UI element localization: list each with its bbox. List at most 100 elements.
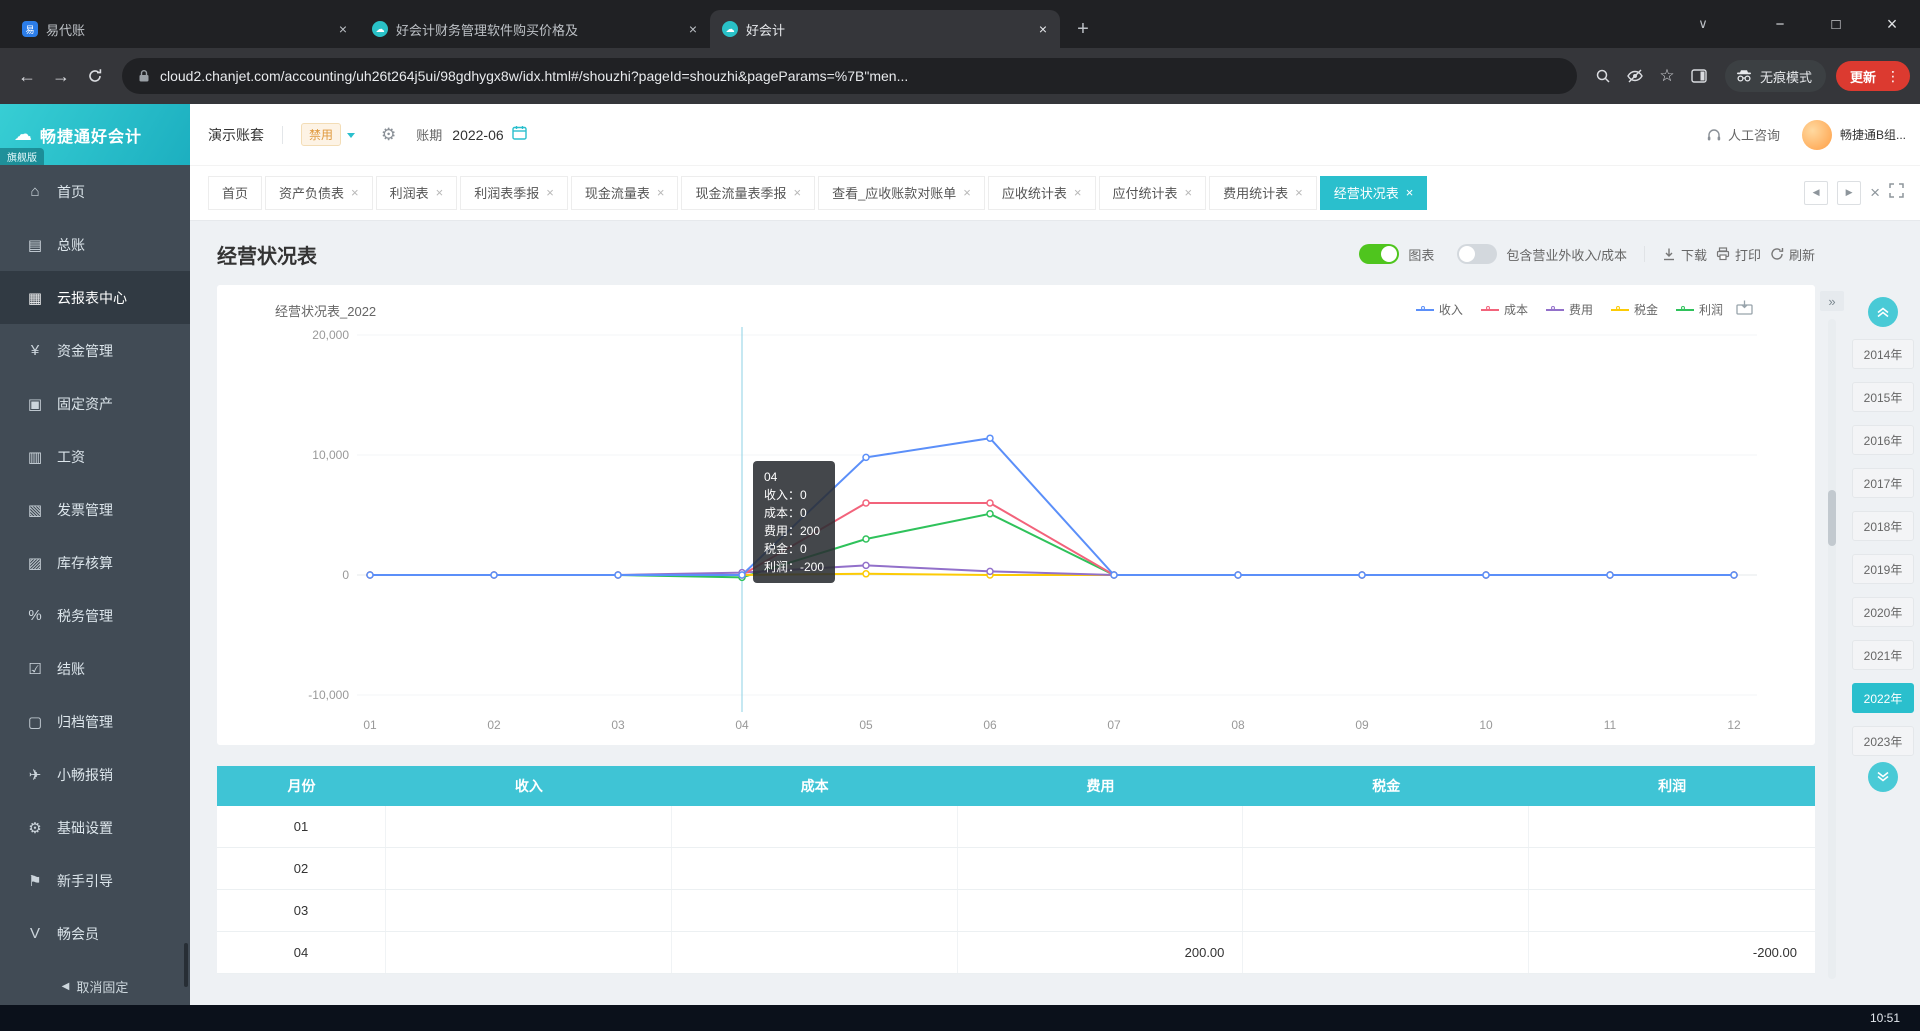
sidebar-item-member[interactable]: V 畅会员	[0, 907, 190, 960]
data-point[interactable]	[862, 561, 870, 570]
print-button[interactable]: 打印	[1716, 245, 1761, 264]
legend-item[interactable]: 收入	[1415, 301, 1463, 318]
report-tab[interactable]: 经营状况表 ×	[1319, 175, 1428, 210]
report-tab[interactable]: 资产负债表 ×	[265, 175, 373, 210]
legend-item[interactable]: 税金	[1610, 301, 1658, 318]
tab-close-icon[interactable]: ×	[793, 185, 801, 200]
scroll-tabs-left-button[interactable]: ◀	[1804, 180, 1829, 205]
scrollbar-thumb[interactable]	[1828, 490, 1836, 546]
tab-close-icon[interactable]: ×	[351, 185, 359, 200]
data-point[interactable]	[366, 571, 374, 579]
year-button[interactable]: 2014年	[1852, 339, 1914, 369]
tab-close-icon[interactable]: ×	[684, 20, 702, 38]
data-point[interactable]	[986, 567, 994, 576]
years-scroll-down-button[interactable]	[1868, 762, 1898, 792]
tab-close-icon[interactable]: ×	[657, 185, 665, 200]
data-point[interactable]	[1234, 571, 1242, 579]
browser-tab[interactable]: ☁ 好会计 ×	[710, 10, 1060, 48]
year-button[interactable]: 2021年	[1852, 640, 1914, 670]
data-point[interactable]	[738, 571, 746, 579]
incognito-badge[interactable]: 无痕模式	[1724, 60, 1826, 92]
data-point[interactable]	[986, 434, 994, 442]
search-icon[interactable]	[1587, 60, 1619, 92]
url-bar[interactable]: cloud2.chanjet.com/accounting/uh26t264j5…	[122, 58, 1577, 94]
save-image-icon[interactable]	[1736, 300, 1753, 320]
update-button[interactable]: 更新 ⋮	[1835, 61, 1910, 91]
sidebar-item-settings[interactable]: ⚙ 基础设置	[0, 801, 190, 854]
period-value[interactable]: 2022-06	[452, 127, 503, 143]
chevron-down-icon[interactable]	[347, 133, 356, 138]
table-row[interactable]: 04 200.00 -200.00	[217, 932, 1815, 974]
data-point[interactable]	[1110, 571, 1118, 579]
sidebar-item-guide[interactable]: ⚑ 新手引导	[0, 854, 190, 907]
chart-toggle[interactable]	[1359, 244, 1400, 264]
sidebar-scrollbar-thumb[interactable]	[184, 943, 188, 987]
report-tab[interactable]: 查看_应收账款对账单 ×	[818, 175, 985, 210]
year-button[interactable]: 2016年	[1852, 425, 1914, 455]
content-scrollbar[interactable]	[1828, 319, 1836, 979]
year-button[interactable]: 2018年	[1852, 511, 1914, 541]
legend-item[interactable]: 成本	[1480, 301, 1528, 318]
nonoperating-toggle[interactable]	[1457, 244, 1498, 264]
report-tab[interactable]: 首页	[208, 175, 263, 210]
sidebar-item-fund[interactable]: ¥ 资金管理	[0, 324, 190, 377]
side-panel-icon[interactable]	[1683, 60, 1715, 92]
forward-button[interactable]: →	[44, 59, 78, 93]
report-tab[interactable]: 费用统计表 ×	[1209, 175, 1317, 210]
calendar-icon[interactable]	[511, 125, 527, 145]
user-avatar[interactable]	[1801, 119, 1832, 150]
year-button[interactable]: 2019年	[1852, 554, 1914, 584]
menu-kebab-icon[interactable]: ⋮	[1882, 68, 1904, 85]
minimize-button[interactable]: −	[1752, 0, 1808, 48]
sidebar-item-closing[interactable]: ☑ 结账	[0, 642, 190, 695]
close-window-button[interactable]: ×	[1864, 0, 1920, 48]
year-button[interactable]: 2020年	[1852, 597, 1914, 627]
table-row[interactable]: 02	[217, 848, 1815, 890]
account-set-name[interactable]: 演示账套	[208, 125, 264, 145]
years-scroll-up-button[interactable]	[1868, 297, 1898, 327]
report-tab[interactable]: 现金流量表 ×	[570, 175, 679, 210]
legend-item[interactable]: 利润	[1675, 301, 1723, 318]
tab-close-icon[interactable]: ×	[1406, 185, 1414, 200]
report-tab[interactable]: 现金流量表季报 ×	[681, 175, 816, 210]
tab-close-icon[interactable]: ×	[1185, 185, 1193, 200]
browser-tab[interactable]: 易易代账 ×	[10, 10, 360, 48]
new-tab-button[interactable]: +	[1068, 14, 1098, 44]
data-point[interactable]	[490, 571, 498, 579]
data-point[interactable]	[986, 499, 994, 507]
data-point[interactable]	[1482, 571, 1490, 579]
download-button[interactable]: 下载	[1662, 245, 1707, 264]
report-tab[interactable]: 应付统计表 ×	[1098, 175, 1207, 210]
sidebar-item-ledger[interactable]: ▤ 总账	[0, 218, 190, 271]
reload-button[interactable]	[78, 59, 112, 93]
sidebar-item-reimburse[interactable]: ✈ 小畅报销	[0, 748, 190, 801]
data-point[interactable]	[862, 570, 870, 578]
gear-icon[interactable]: ⚙	[381, 125, 396, 145]
table-row[interactable]: 01	[217, 806, 1815, 848]
sidebar-item-salary[interactable]: ▥ 工资	[0, 430, 190, 483]
report-tab[interactable]: 利润表 ×	[375, 175, 458, 210]
report-tab[interactable]: 利润表季报 ×	[460, 175, 568, 210]
sidebar-item-cloud-report[interactable]: ▦ 云报表中心	[0, 271, 190, 324]
tab-close-icon[interactable]: ×	[334, 20, 352, 38]
tab-close-icon[interactable]: ×	[1295, 185, 1303, 200]
sidebar-item-tax[interactable]: % 税务管理	[0, 589, 190, 642]
data-point[interactable]	[862, 499, 870, 507]
legend-item[interactable]: 费用	[1545, 301, 1593, 318]
browser-tab[interactable]: ☁ 好会计财务管理软件购买价格及 ×	[360, 10, 710, 48]
data-point[interactable]	[862, 535, 870, 543]
sidebar-item-inventory[interactable]: ▨ 库存核算	[0, 536, 190, 589]
support-link[interactable]: 人工咨询	[1706, 125, 1780, 144]
tab-search-chevron-icon[interactable]: ∨	[1688, 9, 1718, 39]
year-button[interactable]: 2015年	[1852, 382, 1914, 412]
data-point[interactable]	[862, 453, 870, 462]
sidebar-item-home[interactable]: ⌂ 首页	[0, 165, 190, 218]
tab-close-icon[interactable]: ×	[1074, 185, 1082, 200]
table-row[interactable]: 03	[217, 890, 1815, 932]
refresh-button[interactable]: 刷新	[1770, 245, 1815, 264]
data-point[interactable]	[1606, 571, 1614, 579]
sidebar-item-fixed-asset[interactable]: ▣ 固定资产	[0, 377, 190, 430]
back-button[interactable]: ←	[10, 59, 44, 93]
eye-blocked-icon[interactable]	[1619, 60, 1651, 92]
year-button[interactable]: 2023年	[1852, 726, 1914, 756]
